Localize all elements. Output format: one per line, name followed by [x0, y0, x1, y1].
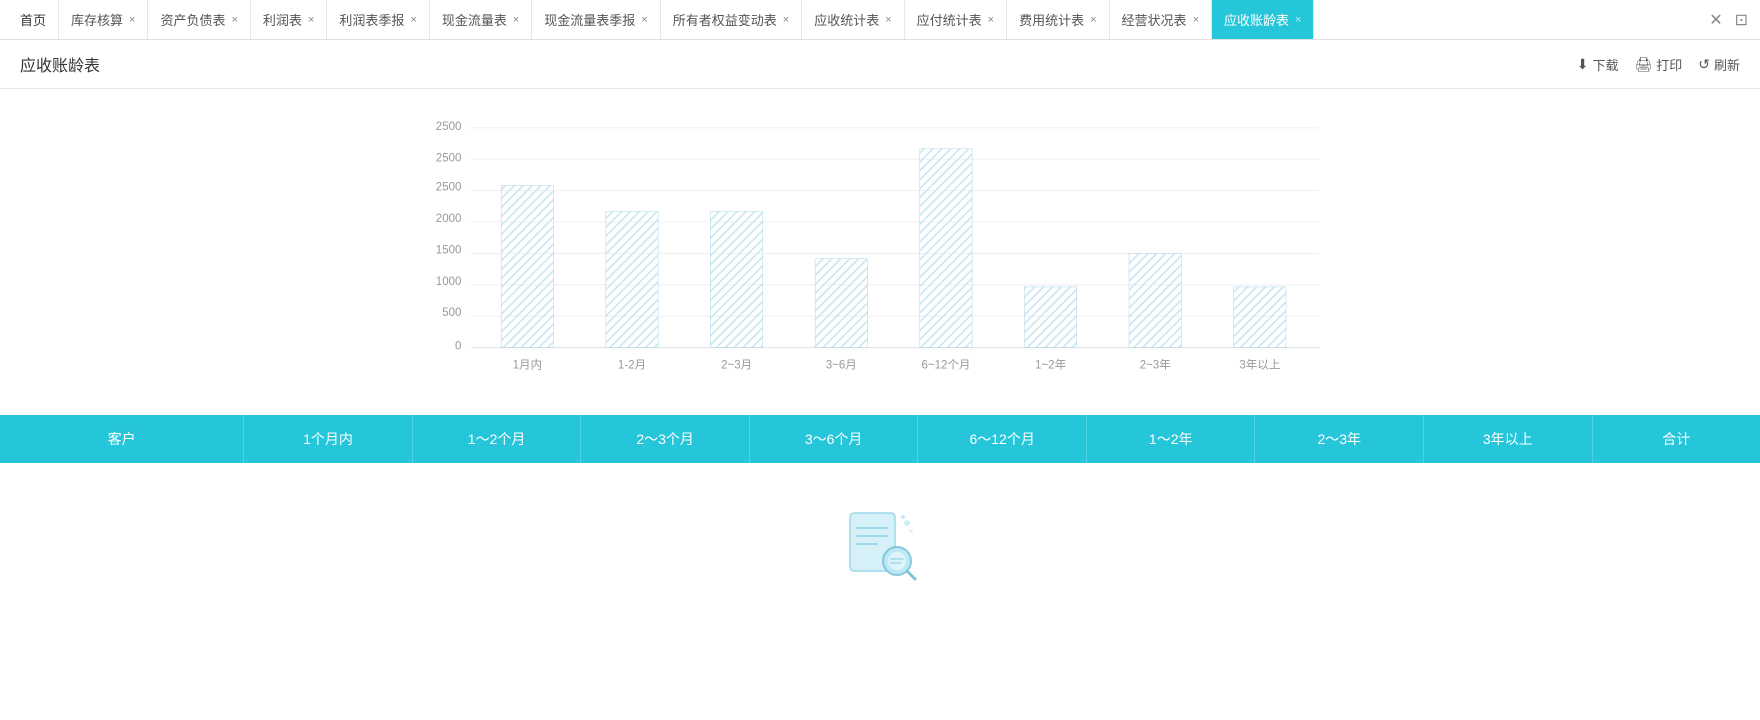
svg-text:1-2月: 1-2月 [618, 360, 646, 372]
tab-close-cashflow-quarterly[interactable]: × [641, 14, 647, 26]
svg-text:2~3年: 2~3年 [1140, 358, 1171, 372]
empty-state [0, 463, 1760, 613]
empty-icon [835, 503, 925, 593]
svg-text:6~12个月: 6~12个月 [921, 359, 970, 372]
refresh-icon: ↺ [1698, 56, 1710, 73]
tab-operating[interactable]: 经营状况表 × [1110, 0, 1212, 40]
tab-bar: 首页 库存核算 × 资产负债表 × 利润表 × 利润表季报 × 现金流量表 × … [0, 0, 1760, 40]
svg-text:2500: 2500 [436, 182, 462, 194]
tab-close-ar-stat[interactable]: × [885, 14, 891, 26]
header-actions: ⬇ 下载 🖨 打印 ↺ 刷新 [1577, 55, 1740, 74]
tab-close-profit-quarterly[interactable]: × [410, 14, 416, 26]
th-1-2month: 1～2个月 [413, 415, 582, 463]
tab-cashflow[interactable]: 现金流量表 × [430, 0, 532, 40]
svg-text:2000: 2000 [436, 213, 462, 225]
svg-text:2500: 2500 [436, 152, 462, 164]
tab-close-equity[interactable]: × [783, 14, 789, 26]
refresh-button[interactable]: ↺ 刷新 [1698, 55, 1740, 74]
print-icon: 🖨 [1634, 56, 1652, 73]
svg-text:500: 500 [442, 307, 461, 319]
th-1-2year: 1～2年 [1087, 415, 1256, 463]
tab-close-inventory[interactable]: × [129, 14, 135, 26]
th-1month: 1个月内 [244, 415, 413, 463]
close-window-icon[interactable]: ✕ [1705, 6, 1726, 34]
table-header: 客户 1个月内 1～2个月 2～3个月 3～6个月 6～12个月 1～2年 2～… [0, 415, 1760, 463]
chart-area: 2500 2500 2500 2000 1500 1000 500 0 [0, 89, 1760, 415]
svg-text:1月内: 1月内 [513, 358, 542, 372]
tab-close-expense-stat[interactable]: × [1090, 14, 1096, 26]
download-button[interactable]: ⬇ 下载 [1577, 55, 1619, 74]
th-3plus-year: 3年以上 [1424, 415, 1593, 463]
tab-close-profit[interactable]: × [308, 14, 314, 26]
th-total: 合计 [1593, 415, 1760, 463]
print-button[interactable]: 🖨 打印 [1634, 55, 1682, 74]
svg-text:0: 0 [455, 341, 461, 353]
download-icon: ⬇ [1577, 56, 1589, 73]
svg-text:1500: 1500 [436, 244, 462, 256]
page-title: 应收账龄表 [20, 52, 100, 76]
tab-profit-quarterly[interactable]: 利润表季报 × [327, 0, 429, 40]
th-2-3month: 2～3个月 [581, 415, 750, 463]
tab-balance[interactable]: 资产负债表 × [148, 0, 250, 40]
tab-ap-stat[interactable]: 应付统计表 × [905, 0, 1007, 40]
tab-close-cashflow[interactable]: × [513, 14, 519, 26]
tab-ar-stat[interactable]: 应收统计表 × [802, 0, 904, 40]
tab-bar-actions: ✕ ⊡ [1705, 6, 1752, 34]
tab-cashflow-quarterly[interactable]: 现金流量表季报 × [532, 0, 660, 40]
th-6-12month: 6～12个月 [918, 415, 1087, 463]
maximize-window-icon[interactable]: ⊡ [1731, 6, 1752, 34]
tab-ar-aging[interactable]: 应收账龄表 × [1212, 0, 1314, 40]
tab-expense-stat[interactable]: 费用统计表 × [1007, 0, 1109, 40]
svg-text:1000: 1000 [436, 276, 462, 288]
svg-text:2500: 2500 [436, 121, 462, 133]
chart-container: 2500 2500 2500 2000 1500 1000 500 0 [430, 109, 1330, 405]
svg-text:1~2年: 1~2年 [1035, 358, 1066, 372]
th-2-3year: 2～3年 [1255, 415, 1424, 463]
tab-close-operating[interactable]: × [1193, 14, 1199, 26]
th-customer: 客户 [0, 415, 244, 463]
tab-equity[interactable]: 所有者权益变动表 × [661, 0, 802, 40]
svg-text:2~3月: 2~3月 [721, 360, 752, 372]
tab-close-ar-aging[interactable]: × [1295, 14, 1301, 26]
tab-home[interactable]: 首页 [8, 0, 59, 40]
svg-text:3~6月: 3~6月 [826, 360, 857, 372]
tab-profit[interactable]: 利润表 × [251, 0, 327, 40]
tab-close-balance[interactable]: × [231, 14, 237, 26]
main-content: 2500 2500 2500 2000 1500 1000 500 0 [0, 89, 1760, 720]
tab-inventory[interactable]: 库存核算 × [59, 0, 148, 40]
tab-close-ap-stat[interactable]: × [988, 14, 994, 26]
page-header: 应收账龄表 ⬇ 下载 🖨 打印 ↺ 刷新 [0, 40, 1760, 89]
svg-text:3年以上: 3年以上 [1239, 358, 1280, 372]
bar-chart: 2500 2500 2500 2000 1500 1000 500 0 [430, 109, 1330, 402]
th-3-6month: 3～6个月 [750, 415, 919, 463]
